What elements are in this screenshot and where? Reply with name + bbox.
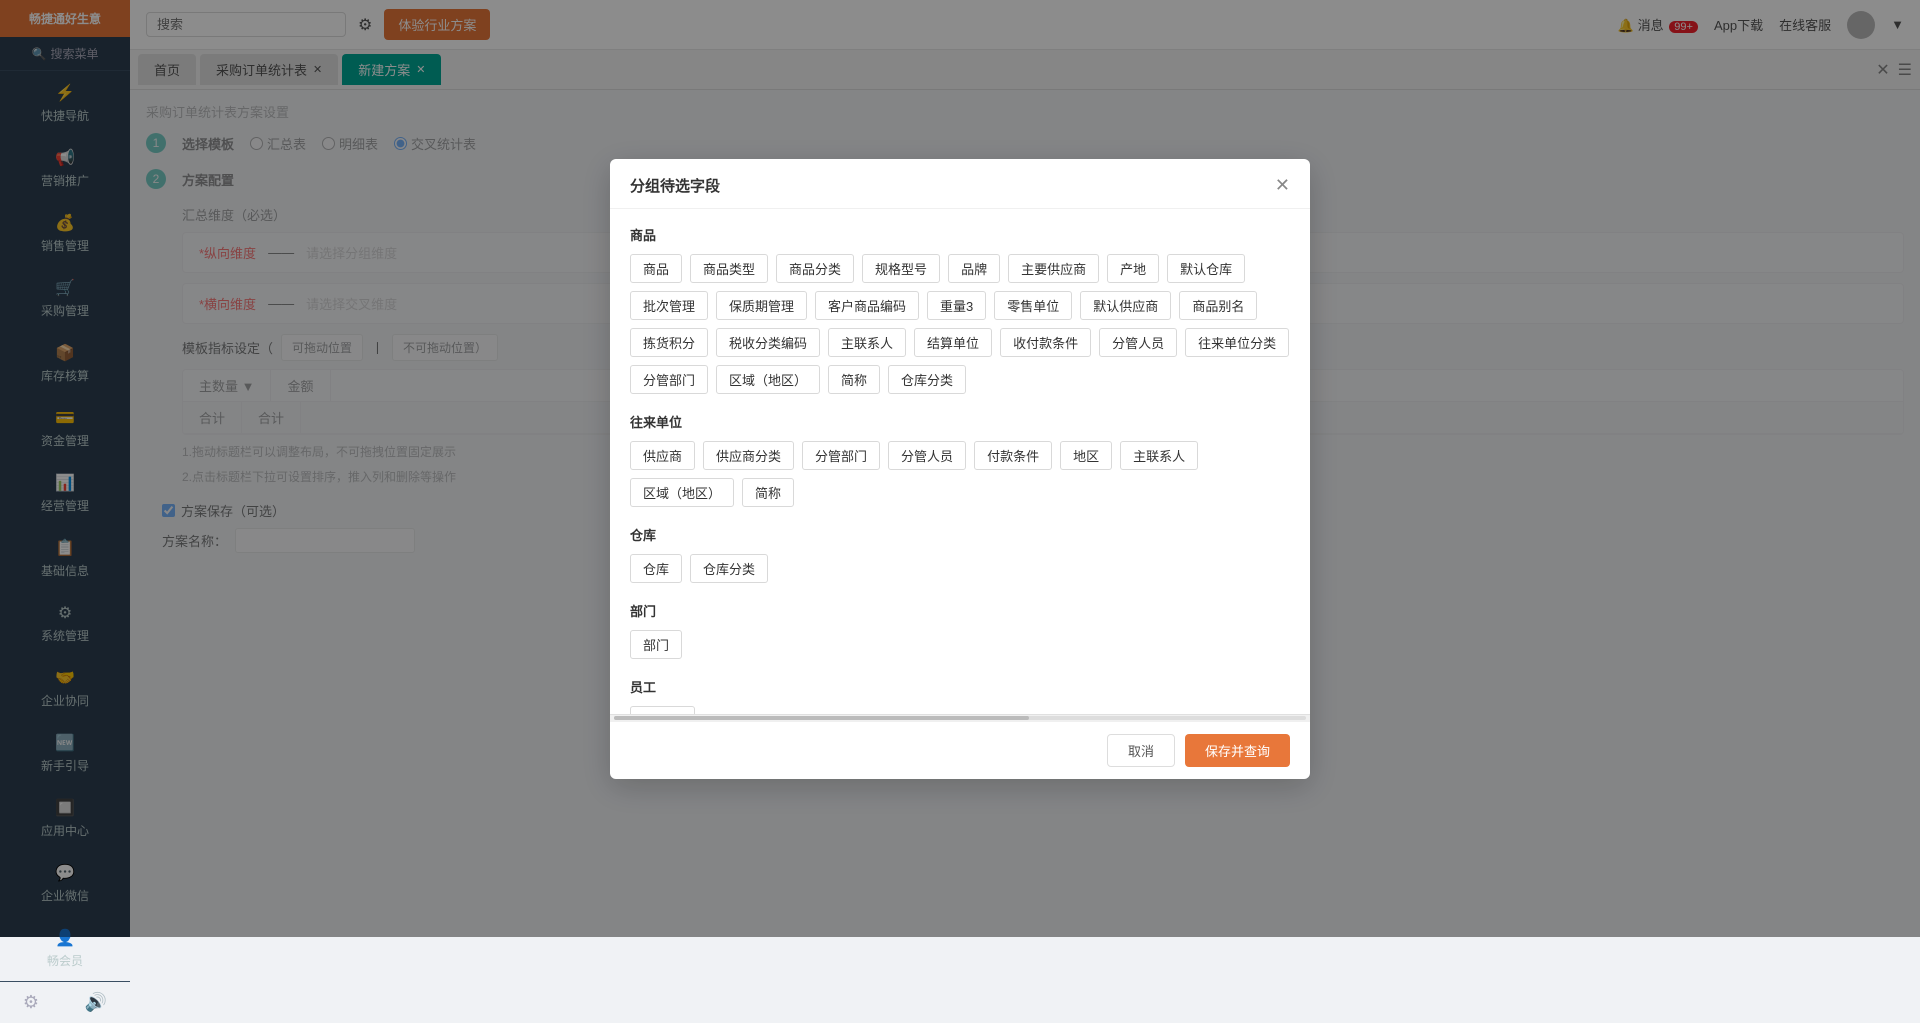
field-tags-product: 商品商品类型商品分类规格型号品牌主要供应商产地默认仓库批次管理保质期管理客户商品…	[630, 254, 1290, 394]
field-tag-批次管理[interactable]: 批次管理	[630, 291, 708, 320]
field-tag-部门[interactable]: 部门	[630, 630, 682, 659]
modal-title: 分组待选字段	[630, 175, 720, 196]
field-tag-商品别名[interactable]: 商品别名	[1179, 291, 1257, 320]
field-tag-品牌[interactable]: 品牌	[948, 254, 1000, 283]
field-tag-规格型号[interactable]: 规格型号	[862, 254, 940, 283]
field-tag-业务员[interactable]: 业务员	[630, 706, 695, 715]
field-tags-partner: 供应商供应商分类分管部门分管人员付款条件地区主联系人区域（地区） 简称	[630, 441, 1290, 507]
sidebar-label-member: 畅会员	[47, 952, 83, 969]
field-section-partner: 往来单位供应商供应商分类分管部门分管人员付款条件地区主联系人区域（地区） 简称	[630, 412, 1290, 507]
section-title-warehouse: 仓库	[630, 525, 1290, 544]
field-tag-分管部门[interactable]: 分管部门	[802, 441, 880, 470]
field-tag-分管部门[interactable]: 分管部门	[630, 365, 708, 394]
audio-bottom-icon[interactable]: 🔊	[85, 992, 107, 1013]
field-tag-商品[interactable]: 商品	[630, 254, 682, 283]
field-tag-客户商品编码[interactable]: 客户商品编码	[815, 291, 919, 320]
field-tag-简称[interactable]: 简称	[742, 478, 794, 507]
field-tag-收付款条件[interactable]: 收付款条件	[1000, 328, 1091, 357]
section-title-product: 商品	[630, 225, 1290, 244]
field-tag-产地[interactable]: 产地	[1107, 254, 1159, 283]
field-tags-warehouse: 仓库仓库分类	[630, 554, 1290, 583]
hscroll-thumb	[614, 716, 1029, 720]
field-tag-商品类型[interactable]: 商品类型	[690, 254, 768, 283]
field-tag-仓库[interactable]: 仓库	[630, 554, 682, 583]
field-tag-主联系人[interactable]: 主联系人	[1120, 441, 1198, 470]
field-tag-主联系人[interactable]: 主联系人	[828, 328, 906, 357]
settings-bottom-icon[interactable]: ⚙	[23, 992, 39, 1013]
field-tag-税收分类编码[interactable]: 税收分类编码	[716, 328, 820, 357]
field-section-warehouse: 仓库仓库仓库分类	[630, 525, 1290, 583]
field-tag-主要供应商[interactable]: 主要供应商	[1008, 254, 1099, 283]
field-tag-供应商[interactable]: 供应商	[630, 441, 695, 470]
field-tag-商品分类[interactable]: 商品分类	[776, 254, 854, 283]
field-section-department: 部门部门	[630, 601, 1290, 659]
field-tag-分管人员[interactable]: 分管人员	[1099, 328, 1177, 357]
field-tags-employee: 业务员	[630, 706, 1290, 715]
field-tag-拣货积分[interactable]: 拣货积分	[630, 328, 708, 357]
modal-header: 分组待选字段 ✕	[610, 159, 1310, 209]
field-tag-分管人员[interactable]: 分管人员	[888, 441, 966, 470]
cancel-button[interactable]: 取消	[1107, 734, 1175, 767]
modal-hscroll[interactable]	[610, 714, 1310, 720]
field-tag-保质期管理[interactable]: 保质期管理	[716, 291, 807, 320]
modal-close-btn[interactable]: ✕	[1275, 175, 1290, 196]
field-tag-仓库分类[interactable]: 仓库分类	[690, 554, 768, 583]
field-tag-默认仓库[interactable]: 默认仓库	[1167, 254, 1245, 283]
field-tag-重量3[interactable]: 重量3	[927, 291, 986, 320]
field-section-employee: 员工业务员	[630, 677, 1290, 715]
section-title-department: 部门	[630, 601, 1290, 620]
section-title-employee: 员工	[630, 677, 1290, 696]
hscroll-track	[614, 716, 1306, 720]
field-tags-department: 部门	[630, 630, 1290, 659]
field-tag-地区[interactable]: 地区	[1060, 441, 1112, 470]
section-title-partner: 往来单位	[630, 412, 1290, 431]
field-tag-付款条件[interactable]: 付款条件	[974, 441, 1052, 470]
field-tag-结算单位[interactable]: 结算单位	[914, 328, 992, 357]
field-tag-区域（地区）[interactable]: 区域（地区）	[716, 365, 820, 394]
confirm-button[interactable]: 保存并查询	[1185, 734, 1290, 767]
field-tag-供应商分类[interactable]: 供应商分类	[703, 441, 794, 470]
modal-overlay: 分组待选字段 ✕ 商品商品商品类型商品分类规格型号品牌主要供应商产地默认仓库批次…	[0, 0, 1920, 937]
sidebar-bottom: ⚙ 🔊	[0, 981, 130, 1023]
field-tag-仓库分类[interactable]: 仓库分类	[888, 365, 966, 394]
modal-body: 商品商品商品类型商品分类规格型号品牌主要供应商产地默认仓库批次管理保质期管理客户…	[610, 209, 1310, 715]
field-tag-简称[interactable]: 简称	[828, 365, 880, 394]
field-section-product: 商品商品商品类型商品分类规格型号品牌主要供应商产地默认仓库批次管理保质期管理客户…	[630, 225, 1290, 394]
field-tag-默认供应商[interactable]: 默认供应商	[1080, 291, 1171, 320]
field-picker-modal: 分组待选字段 ✕ 商品商品商品类型商品分类规格型号品牌主要供应商产地默认仓库批次…	[610, 159, 1310, 779]
field-tag-往来单位分类[interactable]: 往来单位分类	[1185, 328, 1289, 357]
modal-footer: 取消 保存并查询	[610, 721, 1310, 779]
field-tag-区域（地区）[interactable]: 区域（地区）	[630, 478, 734, 507]
field-tag-零售单位[interactable]: 零售单位	[994, 291, 1072, 320]
